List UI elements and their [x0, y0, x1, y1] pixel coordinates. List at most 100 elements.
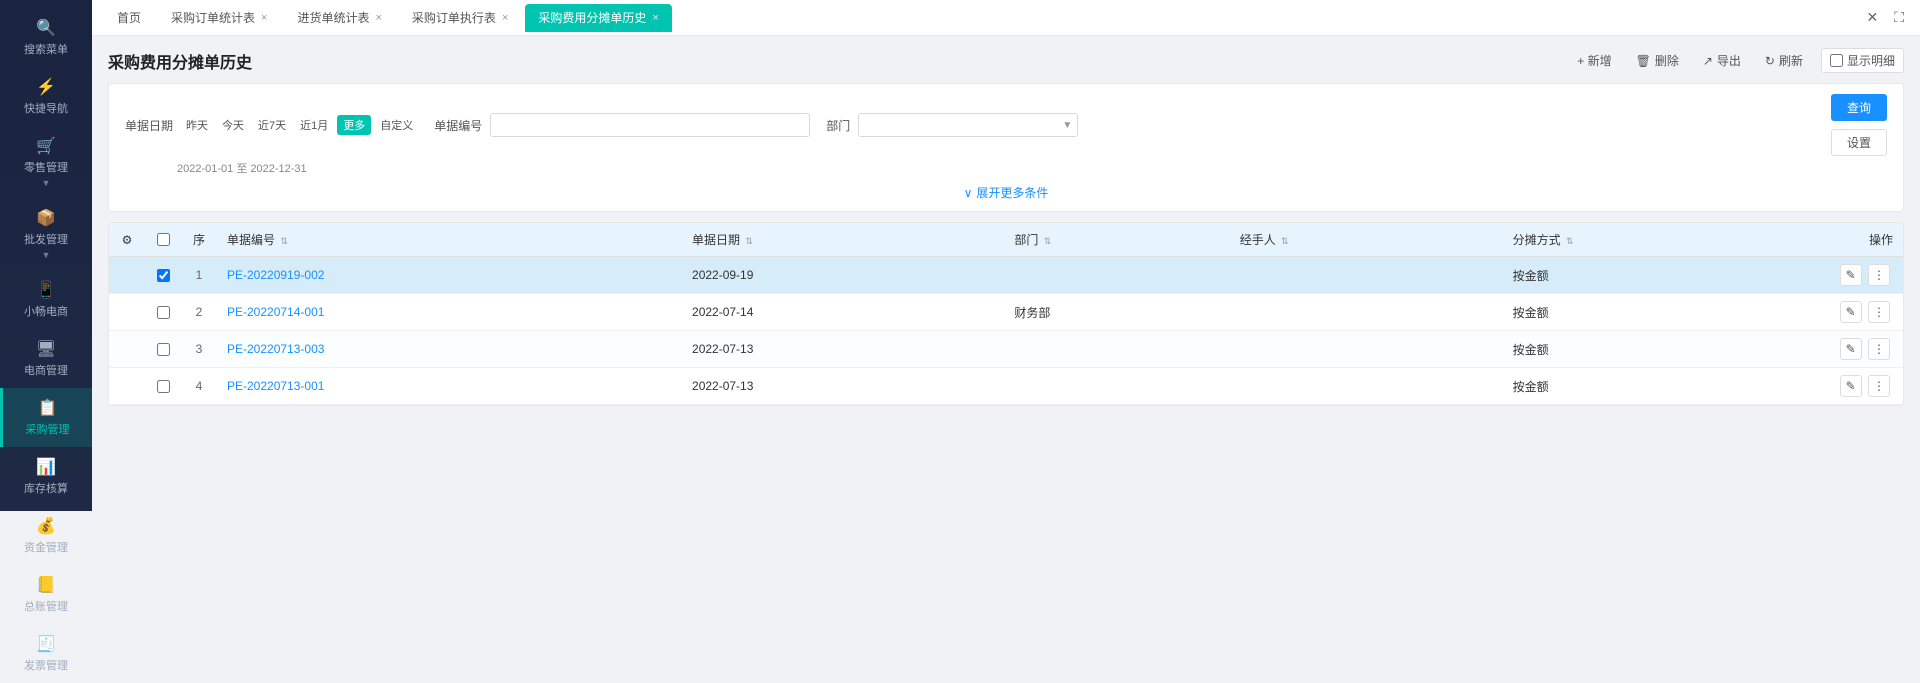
row-gear — [109, 331, 145, 368]
finance-icon: 💰 — [36, 516, 56, 536]
date-shortcut-btns: 昨天 今天 近7天 近1月 更多 自定义 — [181, 115, 418, 135]
row-doc-date: 2022-09-19 — [682, 257, 1004, 294]
dept-select[interactable]: 财务部 — [858, 113, 1078, 137]
date-btn-7days[interactable]: 近7天 — [253, 115, 291, 135]
col-doc-no[interactable]: 单据编号 ⇅ — [217, 223, 682, 257]
row-select-checkbox[interactable] — [157, 306, 170, 319]
maximize-window-icon[interactable]: ⛶ — [1890, 7, 1908, 28]
sidebar-item-inventory[interactable]: 📊 库存核算 — [0, 447, 92, 506]
row-split-method: 按金额 — [1503, 294, 1823, 331]
expand-filter-button[interactable]: ∨ 展开更多条件 — [964, 184, 1049, 201]
row-dept — [1004, 368, 1229, 405]
doc-no-link[interactable]: PE-20220919-002 — [227, 268, 324, 282]
tab-close-icon[interactable]: × — [652, 12, 658, 24]
sidebar-item-finance[interactable]: 💰 资金管理 — [0, 506, 92, 565]
row-split-method: 按金额 — [1503, 368, 1823, 405]
delete-label: 删除 — [1655, 52, 1679, 69]
tab-close-icon[interactable]: × — [261, 12, 267, 24]
sidebar-item-purchase[interactable]: 📋 采购管理 — [0, 388, 92, 447]
row-checkbox[interactable] — [145, 294, 181, 331]
page-header: 采购费用分摊单历史 + 新增 🗑 删除 ↗ 导出 ↻ 刷新 — [108, 48, 1904, 73]
inventory-icon: 📊 — [36, 457, 56, 477]
doc-no-link[interactable]: PE-20220713-001 — [227, 379, 324, 393]
refresh-button[interactable]: ↻ 刷新 — [1759, 49, 1809, 72]
sidebar-item-invoice[interactable]: 🧾 发票管理 — [0, 624, 92, 683]
row-select-checkbox[interactable] — [157, 380, 170, 393]
add-button[interactable]: + 新增 — [1571, 49, 1617, 72]
doc-num-input[interactable] — [490, 113, 810, 137]
ecommerce-icon: 🖥 — [36, 339, 56, 359]
close-window-icon[interactable]: ✕ — [1862, 7, 1882, 28]
row-more-button[interactable]: ⋮ — [1868, 375, 1890, 397]
date-btn-yesterday[interactable]: 昨天 — [181, 115, 213, 135]
col-handler[interactable]: 经手人 ⇅ — [1230, 223, 1503, 257]
date-btn-custom[interactable]: 自定义 — [375, 115, 418, 135]
sidebar-item-ecommerce[interactable]: 🖥 电商管理 — [0, 329, 92, 388]
row-edit-button[interactable]: ✎ — [1840, 375, 1862, 397]
row-checkbox[interactable] — [145, 331, 181, 368]
sidebar-item-label: 资金管理 — [24, 539, 68, 555]
col-split-method[interactable]: 分摊方式 ⇅ — [1503, 223, 1823, 257]
tab-import-stats[interactable]: 进货单统计表 × — [284, 4, 394, 32]
sidebar-item-search[interactable]: 🔍 搜索菜单 — [0, 8, 92, 67]
show-cols-checkbox[interactable] — [1830, 54, 1843, 67]
sidebar-item-retail[interactable]: 🛒 零售管理 ▼ — [0, 126, 92, 198]
filter-second-row: ∨ 展开更多条件 — [125, 184, 1887, 201]
sidebar-item-mini[interactable]: 📱 小畅电商 — [0, 270, 92, 329]
sidebar-item-wholesale[interactable]: 📦 批发管理 ▼ — [0, 198, 92, 270]
row-more-button[interactable]: ⋮ — [1868, 264, 1890, 286]
row-handler — [1230, 331, 1503, 368]
tab-home[interactable]: 首页 — [104, 4, 154, 32]
export-icon: ↗ — [1703, 54, 1713, 68]
mini-icon: 📱 — [36, 280, 56, 300]
row-checkbox[interactable] — [145, 257, 181, 294]
col-gear[interactable]: ⚙ — [109, 223, 145, 257]
tab-purchase-order-exec[interactable]: 采购订单执行表 × — [399, 4, 521, 32]
refresh-icon: ↻ — [1765, 54, 1775, 68]
col-doc-date[interactable]: 单据日期 ⇅ — [682, 223, 1004, 257]
sidebar-item-quicknav[interactable]: ⚡ 快捷导航 — [0, 67, 92, 126]
sort-icon: ⇅ — [280, 236, 288, 246]
expand-label: 展开更多条件 — [976, 184, 1048, 201]
show-cols-button[interactable]: 显示明细 — [1821, 48, 1904, 73]
doc-no-link[interactable]: PE-20220713-003 — [227, 342, 324, 356]
tab-close-icon[interactable]: × — [502, 12, 508, 24]
row-more-button[interactable]: ⋮ — [1868, 301, 1890, 323]
sidebar-item-ledger[interactable]: 📒 总账管理 — [0, 565, 92, 624]
row-ops: ✎ ⋮ — [1823, 331, 1903, 368]
sidebar-item-label: 发票管理 — [24, 657, 68, 673]
tab-close-icon[interactable]: × — [375, 12, 381, 24]
page-title: 采购费用分摊单历史 — [108, 49, 252, 73]
delete-button[interactable]: 🗑 删除 — [1630, 49, 1685, 72]
query-actions: 查询 设置 — [1831, 94, 1887, 156]
export-button[interactable]: ↗ 导出 — [1697, 49, 1747, 72]
date-btn-1month[interactable]: 近1月 — [295, 115, 333, 135]
row-edit-button[interactable]: ✎ — [1840, 338, 1862, 360]
query-button[interactable]: 查询 — [1831, 94, 1887, 121]
col-doc-date-label: 单据日期 — [692, 233, 740, 247]
tab-label: 进货单统计表 — [297, 9, 369, 26]
col-dept[interactable]: 部门 ⇅ — [1004, 223, 1229, 257]
row-select-checkbox[interactable] — [157, 343, 170, 356]
row-dept: 财务部 — [1004, 294, 1229, 331]
filter-row: 单据日期 昨天 今天 近7天 近1月 更多 自定义 单据编号 — [125, 94, 1887, 156]
date-btn-today[interactable]: 今天 — [217, 115, 249, 135]
date-btn-more[interactable]: 更多 — [337, 115, 371, 135]
sidebar-item-label: 采购管理 — [26, 421, 70, 437]
row-select-checkbox[interactable] — [157, 269, 170, 282]
row-edit-button[interactable]: ✎ — [1840, 264, 1862, 286]
col-num: 序 — [181, 223, 217, 257]
row-edit-button[interactable]: ✎ — [1840, 301, 1862, 323]
row-split-method: 按金额 — [1503, 331, 1823, 368]
row-more-button[interactable]: ⋮ — [1868, 338, 1890, 360]
settings-button[interactable]: 设置 — [1831, 129, 1887, 156]
row-checkbox[interactable] — [145, 368, 181, 405]
purchase-icon: 📋 — [38, 398, 58, 418]
doc-no-link[interactable]: PE-20220714-001 — [227, 305, 324, 319]
select-all-checkbox[interactable] — [157, 233, 170, 246]
col-split-method-label: 分摊方式 — [1513, 233, 1561, 247]
tab-purchase-cost-history[interactable]: 采购费用分摊单历史 × — [525, 4, 671, 32]
sidebar-item-label: 搜索菜单 — [24, 41, 68, 57]
tab-purchase-order-stats[interactable]: 采购订单统计表 × — [158, 4, 280, 32]
data-table: ⚙ 序 单据编号 ⇅ 单据日期 ⇅ — [108, 222, 1904, 406]
